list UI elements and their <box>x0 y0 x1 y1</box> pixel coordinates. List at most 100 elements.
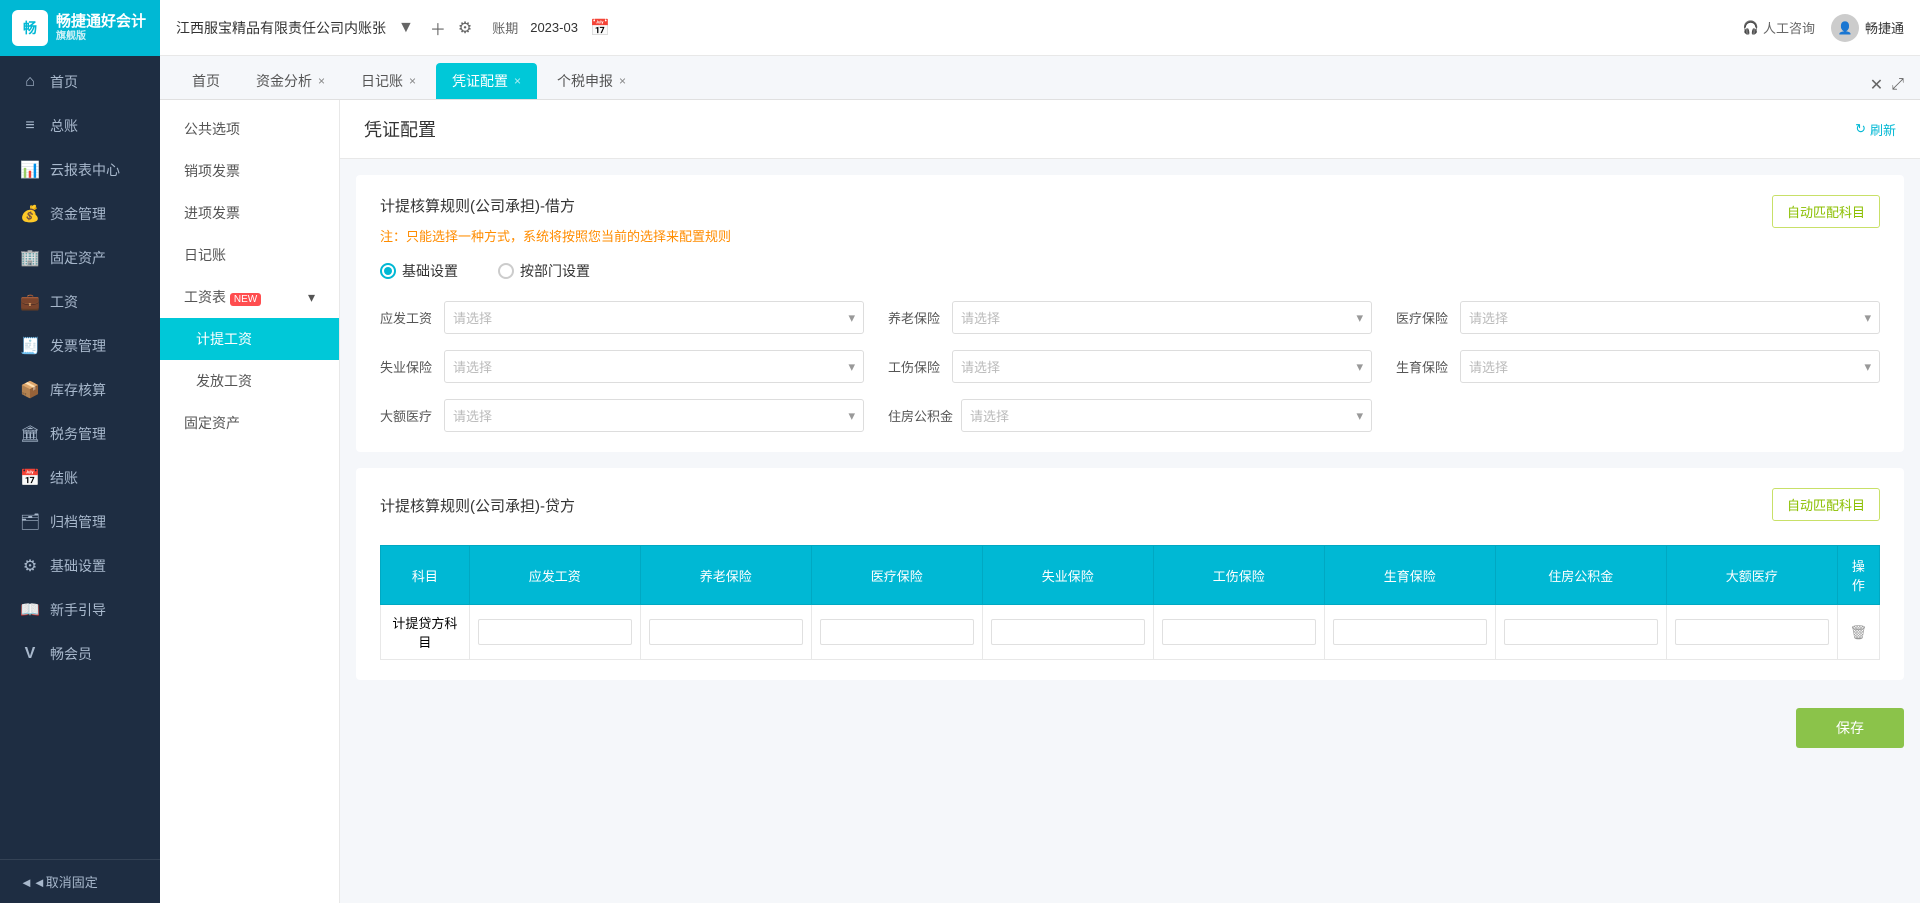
cell-salary-input[interactable] <box>469 605 640 660</box>
form-item-large-medical: 大额医疗 请选择 ▾ <box>380 399 864 432</box>
sidebar-item-stock[interactable]: 📦 库存核算 <box>0 368 160 412</box>
menu-item-purchase[interactable]: 进项发票 <box>160 192 339 234</box>
add-icon[interactable]: ＋ <box>430 16 446 40</box>
close-tax-tab[interactable]: × <box>619 74 626 88</box>
select-pension[interactable]: 请选择 ▾ <box>952 301 1372 334</box>
input-unemployment[interactable] <box>991 619 1145 645</box>
dropdown-arrow-icon: ▾ <box>1356 310 1363 326</box>
input-large-medical[interactable] <box>1675 619 1829 645</box>
sidebar-item-capital[interactable]: 💰 资金管理 <box>0 192 160 236</box>
dropdown-icon[interactable]: ▼ <box>398 19 414 37</box>
input-housing[interactable] <box>1504 619 1658 645</box>
sidebar-item-vip[interactable]: V 畅会员 <box>0 632 160 676</box>
input-injury[interactable] <box>1162 619 1316 645</box>
sidebar-item-tax[interactable]: 🏛 税务管理 <box>0 412 160 456</box>
input-salary[interactable] <box>478 619 632 645</box>
form-item-salary: 应发工资 请选择 ▾ <box>380 301 864 334</box>
sidebar-item-guide[interactable]: 📖 新手引导 <box>0 588 160 632</box>
close-journal-tab[interactable]: × <box>409 74 416 88</box>
sidebar-item-invoice[interactable]: 🧾 发票管理 <box>0 324 160 368</box>
auto-match-button-debit[interactable]: 自动匹配科目 <box>1772 195 1880 228</box>
expand-icon[interactable]: ⤢ <box>1891 76 1904 94</box>
sidebar-item-settings[interactable]: ⚙ 基础设置 <box>0 544 160 588</box>
credit-table: 科目 应发工资 养老保险 医疗保险 失业保险 工伤保险 生育保险 住房公积金 大… <box>380 545 1880 660</box>
select-injury[interactable]: 请选择 ▾ <box>952 350 1372 383</box>
radio-group: 基础设置 按部门设置 <box>380 261 731 281</box>
close-window-icon[interactable]: ✕ <box>1870 75 1883 95</box>
cell-maternity-input[interactable] <box>1324 605 1495 660</box>
page-title: 凭证配置 <box>364 116 436 142</box>
th-medical: 医疗保险 <box>811 546 982 605</box>
assets-icon: 🏢 <box>20 248 40 268</box>
section1-title: 计提核算规则(公司承担)-借方 <box>380 195 731 216</box>
label-unemployment: 失业保险 <box>380 357 436 376</box>
menu-item-salary-table[interactable]: 工资表 NEW ▾ <box>160 276 339 318</box>
tab-capital[interactable]: 资金分析 × <box>240 63 341 99</box>
user-info[interactable]: 👤 畅捷通 <box>1831 14 1904 42</box>
sidebar-item-home[interactable]: ⌂ 首页 <box>0 60 160 104</box>
select-medical[interactable]: 请选择 ▾ <box>1460 301 1880 334</box>
form-item-pension: 养老保险 请选择 ▾ <box>888 301 1372 334</box>
th-salary: 应发工资 <box>469 546 640 605</box>
tab-home[interactable]: 首页 <box>176 63 236 99</box>
delete-row-button[interactable]: 🗑 <box>1849 624 1867 640</box>
sidebar-item-close[interactable]: 📅 结账 <box>0 456 160 500</box>
menu-item-sales[interactable]: 销项发票 <box>160 150 339 192</box>
form-item-medical: 医疗保险 请选择 ▾ <box>1396 301 1880 334</box>
page-header: 凭证配置 ↻ 刷新 <box>340 100 1920 159</box>
cell-medical-input[interactable] <box>811 605 982 660</box>
th-unemployment: 失业保险 <box>982 546 1153 605</box>
menu-item-pay-salary[interactable]: 发放工资 <box>160 360 339 402</box>
auto-match-button-credit[interactable]: 自动匹配科目 <box>1772 488 1880 521</box>
select-unemployment[interactable]: 请选择 ▾ <box>444 350 864 383</box>
radio-basic[interactable]: 基础设置 <box>380 261 458 281</box>
menu-item-public[interactable]: 公共选项 <box>160 108 339 150</box>
archive-icon: 🗂 <box>20 512 40 532</box>
avatar: 👤 <box>1831 14 1859 42</box>
select-housing[interactable]: 请选择 ▾ <box>961 399 1372 432</box>
menu-item-calc-salary[interactable]: 计提工资 <box>160 318 339 360</box>
menu-item-journal[interactable]: 日记账 <box>160 234 339 276</box>
tab-tax[interactable]: 个税申报 × <box>541 63 642 99</box>
period-label: 账期 <box>492 18 518 37</box>
select-maternity[interactable]: 请选择 ▾ <box>1460 350 1880 383</box>
radio-dept[interactable]: 按部门设置 <box>498 261 590 281</box>
cell-large-medical-input[interactable] <box>1666 605 1837 660</box>
cancel-pin-button[interactable]: ◄◄取消固定 <box>0 859 160 903</box>
period-value: 2023-03 <box>530 20 578 35</box>
invoice-icon: 🧾 <box>20 336 40 356</box>
refresh-button[interactable]: ↻ 刷新 <box>1855 120 1896 139</box>
cell-pension-input[interactable] <box>640 605 811 660</box>
close-period-icon: 📅 <box>20 468 40 488</box>
notice-text: 注：只能选择一种方式，系统将按照您当前的选择来配置规则 <box>380 226 731 245</box>
dropdown-arrow-icon: ▾ <box>848 408 855 424</box>
logo-sub: 旗舰版 <box>56 31 146 43</box>
cell-housing-input[interactable] <box>1495 605 1666 660</box>
service-button[interactable]: 🎧 人工咨询 <box>1743 18 1815 37</box>
cell-unemployment-input[interactable] <box>982 605 1153 660</box>
input-medical[interactable] <box>820 619 974 645</box>
sidebar-item-archive[interactable]: 🗂 归档管理 <box>0 500 160 544</box>
cell-injury-input[interactable] <box>1153 605 1324 660</box>
close-capital-tab[interactable]: × <box>318 74 325 88</box>
tab-journal[interactable]: 日记账 × <box>345 63 432 99</box>
sidebar-item-salary[interactable]: 💼 工资 <box>0 280 160 324</box>
select-salary[interactable]: 请选择 ▾ <box>444 301 864 334</box>
sidebar-item-reports[interactable]: 📊 云报表中心 <box>0 148 160 192</box>
select-large-medical[interactable]: 请选择 ▾ <box>444 399 864 432</box>
settings-gear-icon[interactable]: ⚙ <box>458 18 472 38</box>
tax-icon: 🏛 <box>20 424 40 444</box>
tab-voucher[interactable]: 凭证配置 × <box>436 63 537 99</box>
close-voucher-tab[interactable]: × <box>514 74 521 88</box>
calendar-icon[interactable]: 📅 <box>590 18 610 38</box>
cell-operation: 🗑 <box>1837 605 1879 660</box>
input-pension[interactable] <box>649 619 803 645</box>
save-button[interactable]: 保存 <box>1796 708 1904 748</box>
sidebar-nav: ⌂ 首页 ≡ 总账 📊 云报表中心 💰 资金管理 🏢 固定资产 💼 工资 🧾 发… <box>0 56 160 859</box>
sidebar-item-assets[interactable]: 🏢 固定资产 <box>0 236 160 280</box>
label-maternity: 生育保险 <box>1396 357 1452 376</box>
radio-basic-circle <box>380 263 396 279</box>
menu-item-fixed-assets[interactable]: 固定资产 <box>160 402 339 444</box>
input-maternity[interactable] <box>1333 619 1487 645</box>
sidebar-item-ledger[interactable]: ≡ 总账 <box>0 104 160 148</box>
